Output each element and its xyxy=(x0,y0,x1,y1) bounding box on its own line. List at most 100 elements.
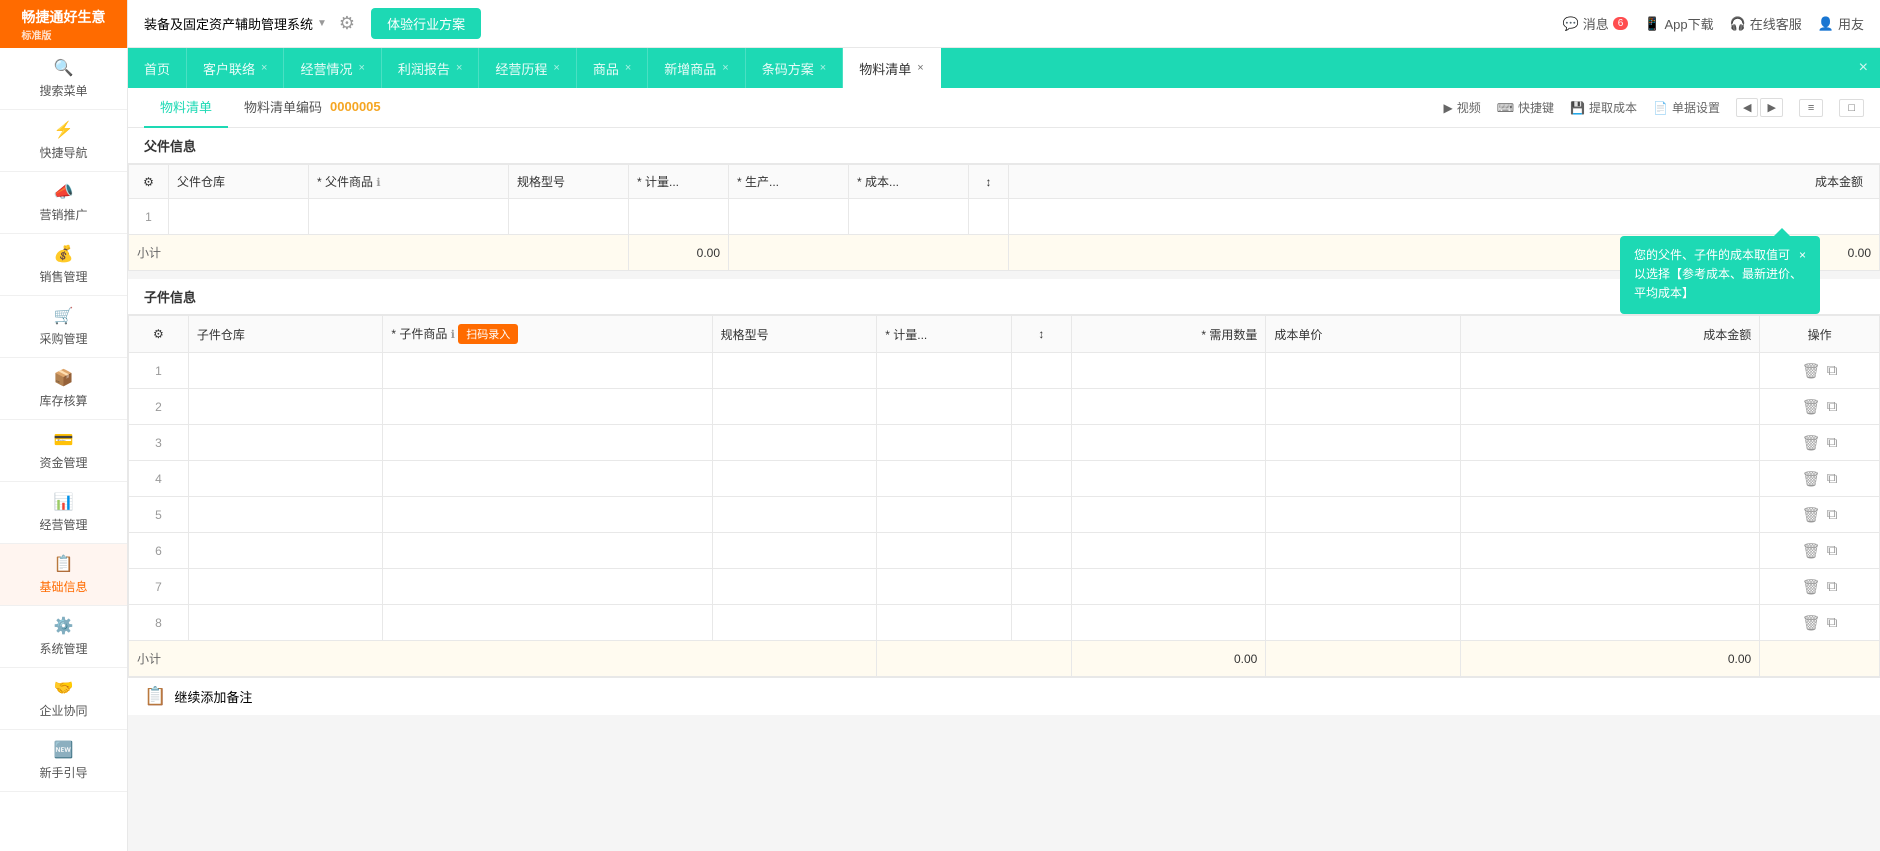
child-unit-cost-cell[interactable] xyxy=(1266,425,1461,461)
app-download-item[interactable]: 📱 App下载 xyxy=(1644,14,1713,33)
child-warehouse-cell[interactable] xyxy=(188,389,383,425)
child-quantity-cell[interactable] xyxy=(1071,425,1266,461)
child-col-settings[interactable]: ⚙ xyxy=(129,316,189,353)
child-unit-cell[interactable] xyxy=(877,353,1012,389)
extract-cost-action[interactable]: 💾 提取成本 xyxy=(1570,99,1637,116)
child-unit-cell[interactable] xyxy=(877,389,1012,425)
child-spec-cell[interactable] xyxy=(712,533,877,569)
parent-col-settings[interactable]: ⚙ xyxy=(129,165,169,199)
child-spec-cell[interactable] xyxy=(712,497,877,533)
tab-customers[interactable]: 客户联络 × xyxy=(187,48,284,88)
sub-tab-bom-code[interactable]: 物料清单编码 0000005 xyxy=(228,88,397,128)
tab-goods-close[interactable]: × xyxy=(625,62,631,74)
child-unit-cost-cell[interactable] xyxy=(1266,353,1461,389)
nav-close-all-btn[interactable]: × xyxy=(1847,59,1880,77)
child-quantity-cell[interactable] xyxy=(1071,533,1266,569)
delete-icon[interactable]: 🗑 xyxy=(1802,614,1821,632)
tab-barcode[interactable]: 条码方案 × xyxy=(746,48,843,88)
child-warehouse-cell[interactable] xyxy=(188,605,383,641)
child-goods-cell[interactable] xyxy=(383,605,712,641)
sidebar-item-finance[interactable]: 💳 资金管理 xyxy=(0,420,127,482)
copy-icon[interactable]: ⧉ xyxy=(1827,542,1838,560)
sidebar-item-system[interactable]: ⚙️ 系统管理 xyxy=(0,606,127,668)
child-unit-cell[interactable] xyxy=(877,425,1012,461)
shortcut-action[interactable]: ⌨ 快捷键 xyxy=(1497,99,1554,116)
tab-operations-close[interactable]: × xyxy=(358,62,364,74)
child-warehouse-cell[interactable] xyxy=(188,461,383,497)
child-unit-cell[interactable] xyxy=(877,497,1012,533)
parent-cost-cell[interactable] xyxy=(849,199,969,235)
parent-production-cell[interactable] xyxy=(729,199,849,235)
sidebar-item-search[interactable]: 🔍 搜索菜单 xyxy=(0,48,127,110)
child-unit-cost-cell[interactable] xyxy=(1266,533,1461,569)
delete-icon[interactable]: 🗑 xyxy=(1802,362,1821,380)
delete-icon[interactable]: 🗑 xyxy=(1802,578,1821,596)
nav-prev-btn[interactable]: ◀ xyxy=(1736,98,1758,117)
child-quantity-cell[interactable] xyxy=(1071,605,1266,641)
sidebar-item-purchase[interactable]: 🛒 采购管理 xyxy=(0,296,127,358)
sidebar-item-basic[interactable]: 📋 基础信息 xyxy=(0,544,127,606)
copy-icon[interactable]: ⧉ xyxy=(1827,614,1838,632)
tab-barcode-close[interactable]: × xyxy=(820,62,826,74)
child-warehouse-cell[interactable] xyxy=(188,569,383,605)
child-quantity-cell[interactable] xyxy=(1071,353,1266,389)
child-unit-cell[interactable] xyxy=(877,605,1012,641)
tab-home[interactable]: 首页 xyxy=(128,48,187,88)
child-spec-cell[interactable] xyxy=(712,389,877,425)
child-unit-cell[interactable] xyxy=(877,533,1012,569)
child-spec-cell[interactable] xyxy=(712,569,877,605)
delete-icon[interactable]: 🗑 xyxy=(1802,506,1821,524)
parent-warehouse-cell[interactable] xyxy=(169,199,309,235)
experience-btn[interactable]: 体验行业方案 xyxy=(371,8,481,39)
parent-spec-cell[interactable] xyxy=(509,199,629,235)
child-unit-cost-cell[interactable] xyxy=(1266,605,1461,641)
tab-bom-close[interactable]: × xyxy=(917,62,923,74)
child-unit-cell[interactable] xyxy=(877,461,1012,497)
messages-item[interactable]: 💬 消息 6 xyxy=(1563,14,1629,33)
copy-icon[interactable]: ⧉ xyxy=(1827,470,1838,488)
child-warehouse-cell[interactable] xyxy=(188,497,383,533)
nav-next-btn[interactable]: ▶ xyxy=(1760,98,1782,117)
delete-icon[interactable]: 🗑 xyxy=(1802,398,1821,416)
view-list-btn[interactable]: ≡ xyxy=(1799,99,1823,117)
child-goods-cell[interactable] xyxy=(383,497,712,533)
tab-operations[interactable]: 经营情况 × xyxy=(284,48,381,88)
tab-new-goods-close[interactable]: × xyxy=(722,62,728,74)
child-quantity-cell[interactable] xyxy=(1071,389,1266,425)
online-service-item[interactable]: 🎧 在线客服 xyxy=(1730,14,1802,33)
child-goods-cell[interactable] xyxy=(383,569,712,605)
tab-profit-close[interactable]: × xyxy=(456,62,462,74)
sidebar-item-operations[interactable]: 📊 经营管理 xyxy=(0,482,127,544)
delete-icon[interactable]: 🗑 xyxy=(1802,434,1821,452)
sidebar-item-marketing[interactable]: 📣 营销推广 xyxy=(0,172,127,234)
parent-unit-cell[interactable] xyxy=(629,199,729,235)
child-goods-cell[interactable] xyxy=(383,461,712,497)
scan-btn[interactable]: 扫码录入 xyxy=(458,324,518,344)
settings-icon[interactable]: ⚙ xyxy=(339,13,355,34)
child-quantity-cell[interactable] xyxy=(1071,461,1266,497)
child-goods-cell[interactable] xyxy=(383,425,712,461)
delete-icon[interactable]: 🗑 xyxy=(1802,542,1821,560)
child-warehouse-cell[interactable] xyxy=(188,425,383,461)
child-unit-cost-cell[interactable] xyxy=(1266,461,1461,497)
tab-customers-close[interactable]: × xyxy=(261,62,267,74)
system-title-dropdown[interactable]: 装备及固定资产辅助管理系统 ▼ xyxy=(144,14,327,33)
copy-icon[interactable]: ⧉ xyxy=(1827,398,1838,416)
child-unit-cost-cell[interactable] xyxy=(1266,497,1461,533)
copy-icon[interactable]: ⧉ xyxy=(1827,434,1838,452)
child-unit-cost-cell[interactable] xyxy=(1266,569,1461,605)
child-unit-cell[interactable] xyxy=(877,569,1012,605)
child-spec-cell[interactable] xyxy=(712,605,877,641)
child-spec-cell[interactable] xyxy=(712,353,877,389)
child-spec-cell[interactable] xyxy=(712,425,877,461)
child-spec-cell[interactable] xyxy=(712,461,877,497)
copy-icon[interactable]: ⧉ xyxy=(1827,506,1838,524)
child-quantity-cell[interactable] xyxy=(1071,497,1266,533)
single-settings-action[interactable]: 📄 单据设置 xyxy=(1653,99,1720,116)
video-action[interactable]: ▶ 视频 xyxy=(1443,99,1480,116)
sidebar-item-quick-nav[interactable]: ⚡ 快捷导航 xyxy=(0,110,127,172)
sidebar-item-guide[interactable]: 🆕 新手引导 xyxy=(0,730,127,792)
child-goods-cell[interactable] xyxy=(383,389,712,425)
tab-goods[interactable]: 商品 × xyxy=(577,48,648,88)
copy-icon[interactable]: ⧉ xyxy=(1827,578,1838,596)
